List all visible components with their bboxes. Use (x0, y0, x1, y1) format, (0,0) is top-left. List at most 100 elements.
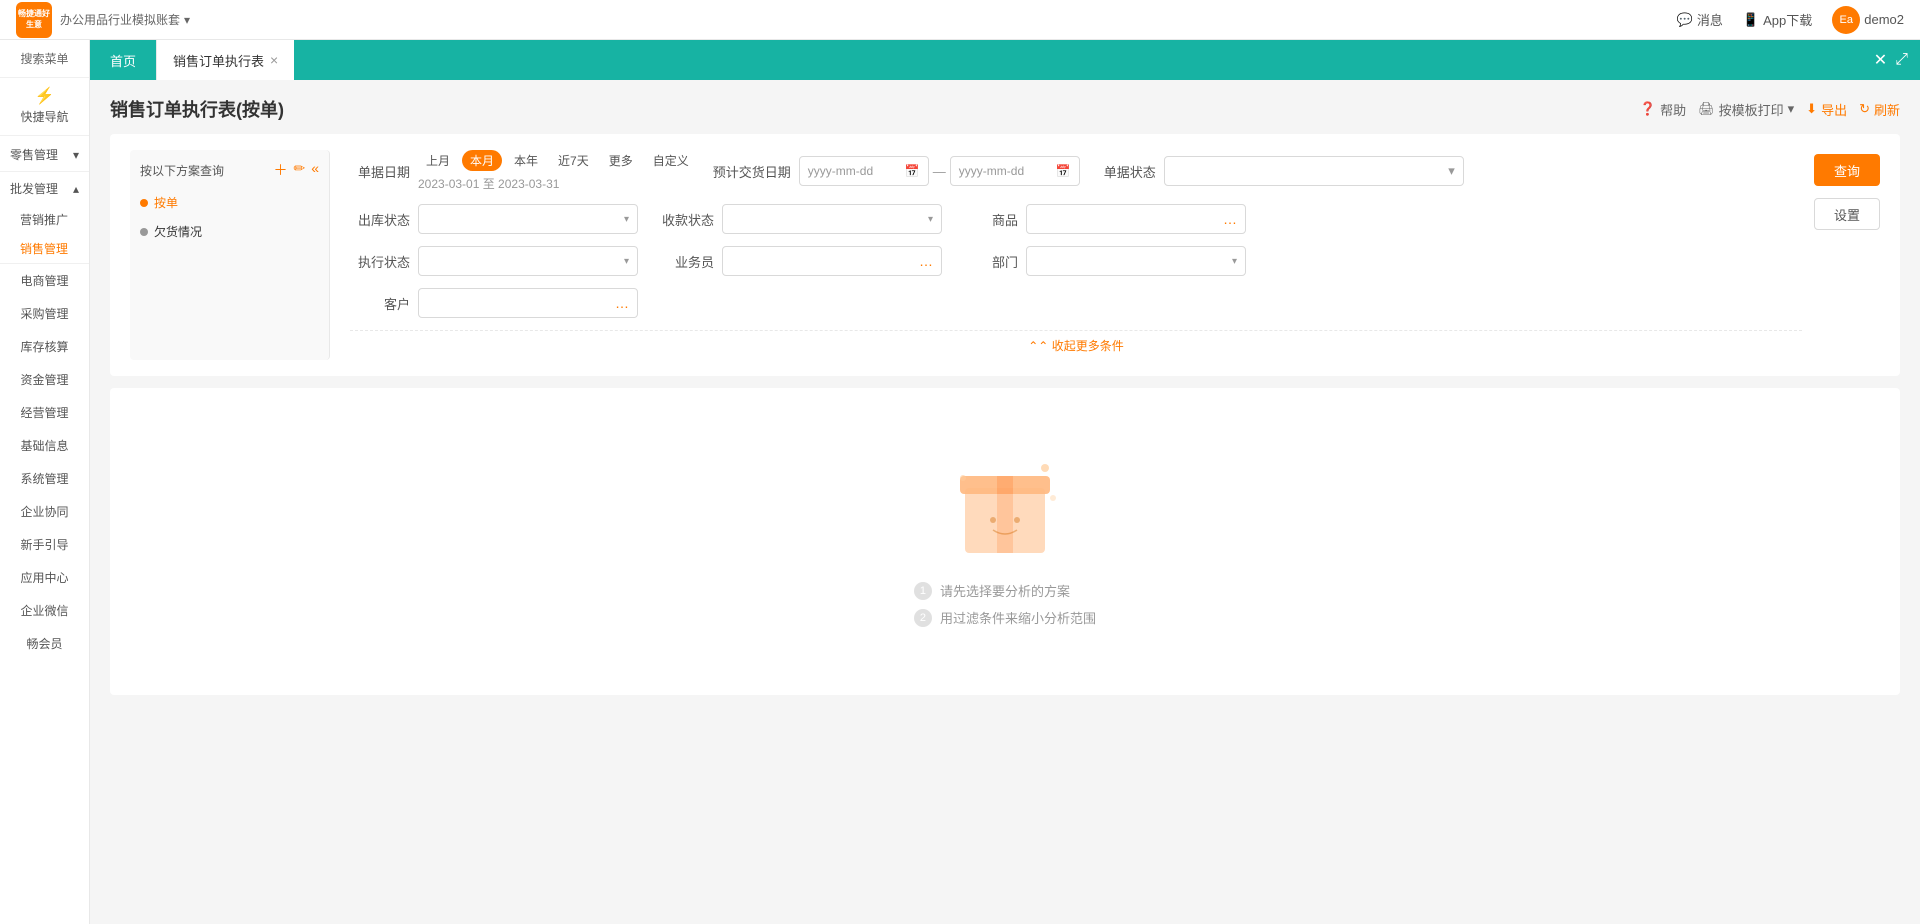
expected-date-end[interactable]: yyyy-mm-dd 📅 (950, 156, 1080, 186)
sidebar-item-basic[interactable]: 基础信息 (0, 429, 89, 462)
print-dropdown-icon: ▾ (1788, 101, 1795, 117)
expected-date-start[interactable]: yyyy-mm-dd 📅 (799, 156, 929, 186)
sidebar-item-ecommerce[interactable]: 电商管理 (0, 264, 89, 297)
active-scheme-dot (140, 199, 148, 207)
user-avatar-area[interactable]: Ea demo2 (1832, 6, 1904, 34)
app-download-btn[interactable]: 📱 App下载 (1743, 10, 1812, 29)
delivery-status-label: 出库状态 (350, 210, 410, 229)
filter-exec-status-field: 执行状态 ▾ (350, 246, 638, 276)
refresh-icon: ↻ (1859, 101, 1870, 117)
tab-sales-order[interactable]: 销售订单执行表 × (156, 40, 294, 80)
sidebar-item-wechat[interactable]: 企业微信 (0, 594, 89, 627)
sidebar-item-system[interactable]: 系统管理 (0, 462, 89, 495)
exec-status-select[interactable]: ▾ (418, 246, 638, 276)
avatar: Ea (1832, 6, 1860, 34)
sidebar-search-section: 搜索菜单 (0, 40, 89, 78)
filter-expected-date-field: 预计交货日期 yyyy-mm-dd 📅 — (713, 156, 1080, 186)
sidebar-item-retail[interactable]: 零售管理 ▾ (0, 138, 89, 171)
delivery-dropdown-icon: ▾ (624, 214, 629, 225)
filter-fields-area: 单据日期 上月 本月 本年 近7天 更多 (330, 150, 1880, 360)
filter-customer-field: 客户 … (350, 288, 638, 318)
goods-picker-icon: … (1223, 211, 1237, 227)
sidebar-group-retail: 零售管理 ▾ (0, 138, 89, 172)
scheme-panel: 按以下方案查询 ＋ ✏ « 按单 (130, 150, 330, 360)
filter-row-1: 单据日期 上月 本月 本年 近7天 更多 (350, 150, 1802, 192)
page-actions: ❓ 帮助 🖨 按模板打印 ▾ ⬇ 导出 ↻ 刷新 (1640, 100, 1900, 119)
date-tab-last-month[interactable]: 上月 (418, 150, 458, 171)
sidebar-item-quick-nav[interactable]: ⚡ 快捷导航 (0, 78, 89, 133)
tab-bar: 首页 销售订单执行表 × ✕ ⤢ (90, 40, 1920, 80)
edit-scheme-btn[interactable]: ✏ (293, 160, 305, 180)
exec-status-label: 执行状态 (350, 252, 410, 271)
filter-salesperson-field: 业务员 … (654, 246, 942, 276)
tab-close-btn[interactable]: × (270, 52, 278, 68)
message-icon: 💬 (1677, 12, 1693, 28)
search-button[interactable]: 查询 (1814, 154, 1880, 186)
sidebar-item-inventory[interactable]: 库存核算 (0, 330, 89, 363)
salesperson-picker-icon: … (919, 253, 933, 269)
empty-hints: 1 请先选择要分析的方案 2 用过滤条件来缩小分析范围 (914, 581, 1096, 635)
delivery-status-select[interactable]: ▾ (418, 204, 638, 234)
refresh-btn[interactable]: ↻ 刷新 (1859, 100, 1900, 119)
sidebar-item-wholesale[interactable]: 批发管理 ▴ (0, 172, 89, 205)
filter-fields: 单据日期 上月 本月 本年 近7天 更多 (350, 150, 1802, 360)
date-tab-this-year[interactable]: 本年 (506, 150, 546, 171)
maximize-btn[interactable]: ⤢ (1895, 51, 1908, 69)
sidebar-item-member[interactable]: 畅会员 (0, 627, 89, 660)
sidebar-item-app-center[interactable]: 应用中心 (0, 561, 89, 594)
sidebar-sub-sales[interactable]: 销售管理 (0, 234, 89, 263)
sidebar-item-operations[interactable]: 经营管理 (0, 396, 89, 429)
collapse-filters-btn[interactable]: ⌃⌃ 收起更多条件 (350, 330, 1802, 360)
print-btn[interactable]: 🖨 按模板打印 ▾ (1698, 100, 1794, 119)
department-select[interactable]: ▾ (1026, 246, 1246, 276)
date-tab-this-month[interactable]: 本月 (462, 150, 502, 171)
sidebar-item-enterprise[interactable]: 企业协同 (0, 495, 89, 528)
salesperson-label: 业务员 (654, 252, 714, 271)
expected-date-label: 预计交货日期 (713, 162, 791, 181)
scheme-item-press[interactable]: 按单 (130, 188, 329, 217)
filter-row-4: 客户 … (350, 288, 1802, 318)
collapse-arrow-icon: ⌃⌃ (1028, 339, 1051, 353)
sidebar-group-wholesale: 批发管理 ▴ 营销推广 销售管理 (0, 172, 89, 264)
salesperson-input[interactable]: … (722, 246, 942, 276)
goods-input[interactable]: … (1026, 204, 1246, 234)
empty-hint-1: 1 请先选择要分析的方案 (914, 581, 1096, 600)
receipt-status-label: 收款状态 (654, 210, 714, 229)
filter-department-field: 部门 ▾ (958, 246, 1246, 276)
close-window-btn[interactable]: ✕ (1874, 50, 1887, 70)
export-btn[interactable]: ⬇ 导出 (1806, 100, 1847, 119)
sidebar: 搜索菜单 ⚡ 快捷导航 零售管理 ▾ 批发管理 ▴ 营销推广 销售管理 电商管理 (0, 40, 90, 924)
message-btn[interactable]: 💬 消息 (1677, 10, 1723, 29)
chevron-icon: ▾ (73, 148, 79, 162)
content-area: 首页 销售订单执行表 × ✕ ⤢ 销售订单执行表(按单) ❓ 帮助 (90, 40, 1920, 924)
customer-input[interactable]: … (418, 288, 638, 318)
print-icon: 🖨 (1698, 101, 1715, 117)
sidebar-item-purchase[interactable]: 采购管理 (0, 297, 89, 330)
tab-home[interactable]: 首页 (90, 40, 156, 80)
date-tab-7days[interactable]: 近7天 (550, 150, 597, 171)
add-scheme-btn[interactable]: ＋ (273, 160, 287, 180)
help-btn[interactable]: ❓ 帮助 (1640, 100, 1686, 119)
status-dropdown-icon: ▾ (1448, 163, 1455, 179)
receipt-status-select[interactable]: ▾ (722, 204, 942, 234)
empty-illustration (945, 448, 1065, 561)
sidebar-sub-marketing[interactable]: 营销推广 (0, 205, 89, 234)
sidebar-item-finance[interactable]: 资金管理 (0, 363, 89, 396)
date-tabs-row: 上月 本月 本年 近7天 更多 自定义 (418, 150, 697, 171)
sidebar-search-label[interactable]: 搜索菜单 (8, 50, 81, 67)
date-tab-custom[interactable]: 自定义 (645, 150, 697, 171)
doc-status-select[interactable]: ▾ (1164, 156, 1464, 186)
filter-date-field: 单据日期 上月 本月 本年 近7天 更多 (350, 150, 697, 192)
settings-button[interactable]: 设置 (1814, 198, 1880, 230)
main-layout: 搜索菜单 ⚡ 快捷导航 零售管理 ▾ 批发管理 ▴ 营销推广 销售管理 电商管理 (0, 40, 1920, 924)
empty-hint-2: 2 用过滤条件来缩小分析范围 (914, 608, 1096, 627)
filter-panel: 按以下方案查询 ＋ ✏ « 按单 (110, 134, 1900, 376)
collapse-scheme-btn[interactable]: « (311, 160, 319, 180)
date-tab-more[interactable]: 更多 (601, 150, 641, 171)
right-buttons-area: 查询 设置 (1814, 150, 1880, 230)
top-bar-left: 畅捷通好生意 办公用品行业模拟账套 ▾ (16, 2, 190, 38)
scheme-item-arrears[interactable]: 欠货情况 (130, 217, 329, 246)
app-logo: 畅捷通好生意 (16, 2, 52, 38)
app-selector[interactable]: 办公用品行业模拟账套 ▾ (60, 11, 190, 28)
sidebar-item-newbie[interactable]: 新手引导 (0, 528, 89, 561)
